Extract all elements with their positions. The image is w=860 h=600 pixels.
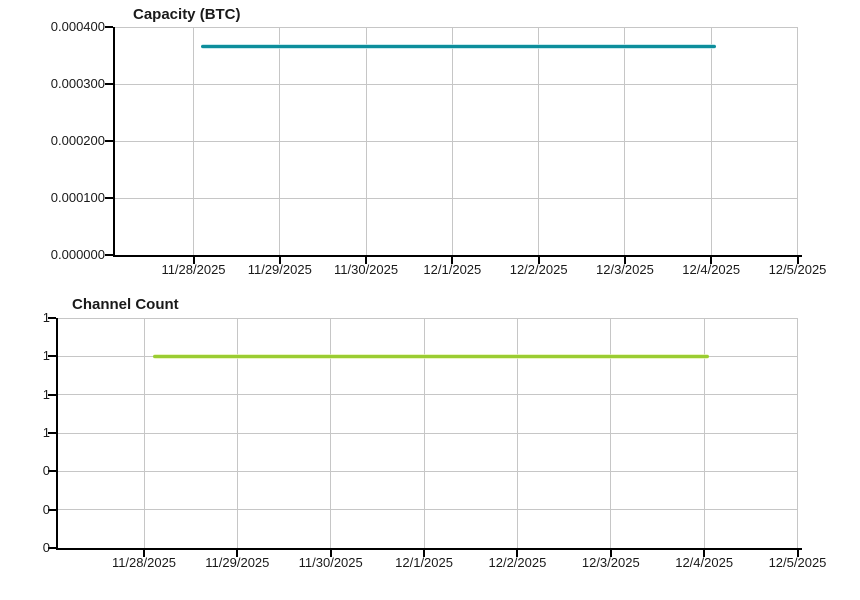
- x-axis-tick-label: 12/4/2025: [675, 555, 734, 570]
- x-axis-tick-label: 12/1/2025: [395, 555, 453, 570]
- y-axis-tick-label: 1: [42, 348, 50, 364]
- y-axis-tick-label: 0: [42, 540, 50, 555]
- x-axis-tick-label: 12/2/2025: [488, 555, 547, 570]
- vertical-gridline: [423, 318, 425, 548]
- vertical-gridline: [236, 318, 238, 548]
- x-axis-tick-label: 11/30/2025: [298, 555, 363, 570]
- vertical-gridline: [330, 318, 332, 548]
- y-axis-line: [56, 318, 58, 550]
- horizontal-gridline: [58, 317, 798, 319]
- vertical-gridline: [610, 318, 612, 548]
- x-axis-tick-label: 11/29/2025: [205, 555, 270, 570]
- horizontal-gridline: [58, 470, 798, 472]
- horizontal-gridline: [58, 509, 798, 511]
- horizontal-gridline: [58, 394, 798, 396]
- y-axis-tick-label: 0: [42, 501, 50, 517]
- horizontal-gridline: [58, 432, 798, 434]
- x-axis-tick-label: 11/28/2025: [111, 555, 177, 570]
- vertical-gridline: [143, 318, 145, 548]
- vertical-gridline: [516, 318, 518, 548]
- chart-title: Channel Count: [72, 296, 179, 313]
- y-axis-tick-label: 1: [42, 310, 50, 325]
- y-axis-tick-label: 1: [42, 425, 50, 440]
- charts-dashboard: Capacity (BTC) 0.000400 0.000300 0.000200 0.…: [0, 0, 860, 600]
- x-axis-tick-label: 12/3/2025: [581, 555, 640, 570]
- y-axis-tick-label: 0: [42, 463, 50, 479]
- channel-count-series-line: [153, 354, 709, 358]
- vertical-gridline: [797, 318, 798, 548]
- x-axis-line: [56, 548, 802, 550]
- x-axis-tick-label: 12/5/2025: [768, 555, 827, 570]
- y-axis-tick-label: 1: [42, 386, 50, 402]
- channel-count-chart: Channel Count 1 1 1 1 0 0 0 11/28/2025 11/29/2025…: [0, 0, 860, 600]
- vertical-gridline: [703, 318, 705, 548]
